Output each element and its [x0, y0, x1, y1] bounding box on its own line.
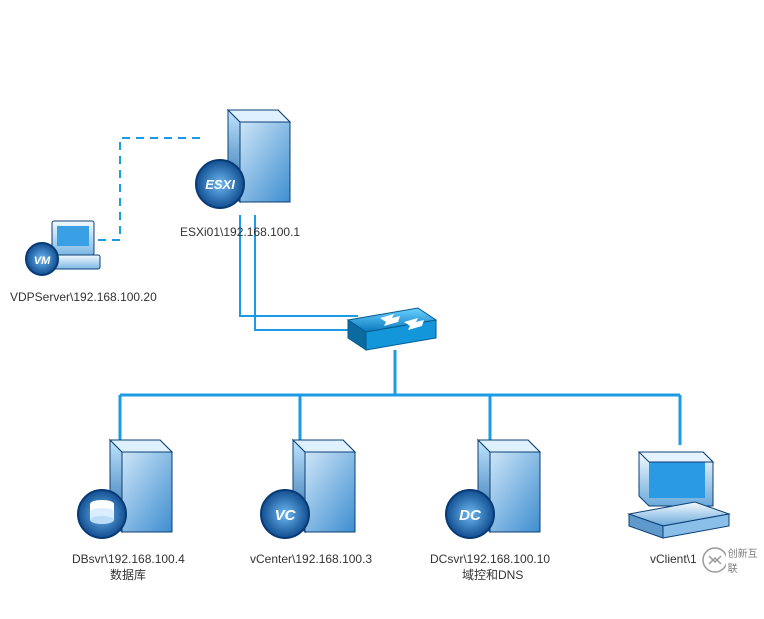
dc-label-2: 域控和DNS: [462, 568, 523, 584]
db-label-2: 数据库: [110, 568, 146, 584]
esxi-label: ESXi01\192.168.100.1: [180, 225, 300, 241]
svg-text:ESXI: ESXI: [205, 177, 235, 192]
vcenter-server-icon: VC: [255, 430, 365, 550]
vclient-pc-icon: [625, 440, 735, 550]
dc-server-icon: DC: [440, 430, 550, 550]
vclient-label: vClient\1: [650, 552, 697, 568]
dc-label-1: DCsvr\192.168.100.10: [430, 552, 550, 568]
watermark: 创新互联: [702, 535, 764, 585]
network-switch-icon: [340, 300, 440, 360]
vdp-server-icon: VM: [22, 215, 102, 285]
watermark-logo-icon: [702, 547, 726, 573]
svg-text:VC: VC: [275, 507, 297, 524]
vdp-label: VDPServer\192.168.100.20: [10, 290, 157, 306]
watermark-text: 创新互联: [728, 545, 764, 575]
diagram-canvas: ESXI ESXi01\192.168.100.1 VM VDPServer\1…: [0, 0, 764, 619]
db-label-1: DBsvr\192.168.100.4: [72, 552, 185, 568]
svg-text:VM: VM: [34, 255, 51, 267]
svg-text:DC: DC: [459, 507, 482, 524]
vcenter-label: vCenter\192.168.100.3: [250, 552, 372, 568]
db-server-icon: [72, 430, 182, 550]
esxi-server-icon: ESXI: [190, 100, 300, 220]
